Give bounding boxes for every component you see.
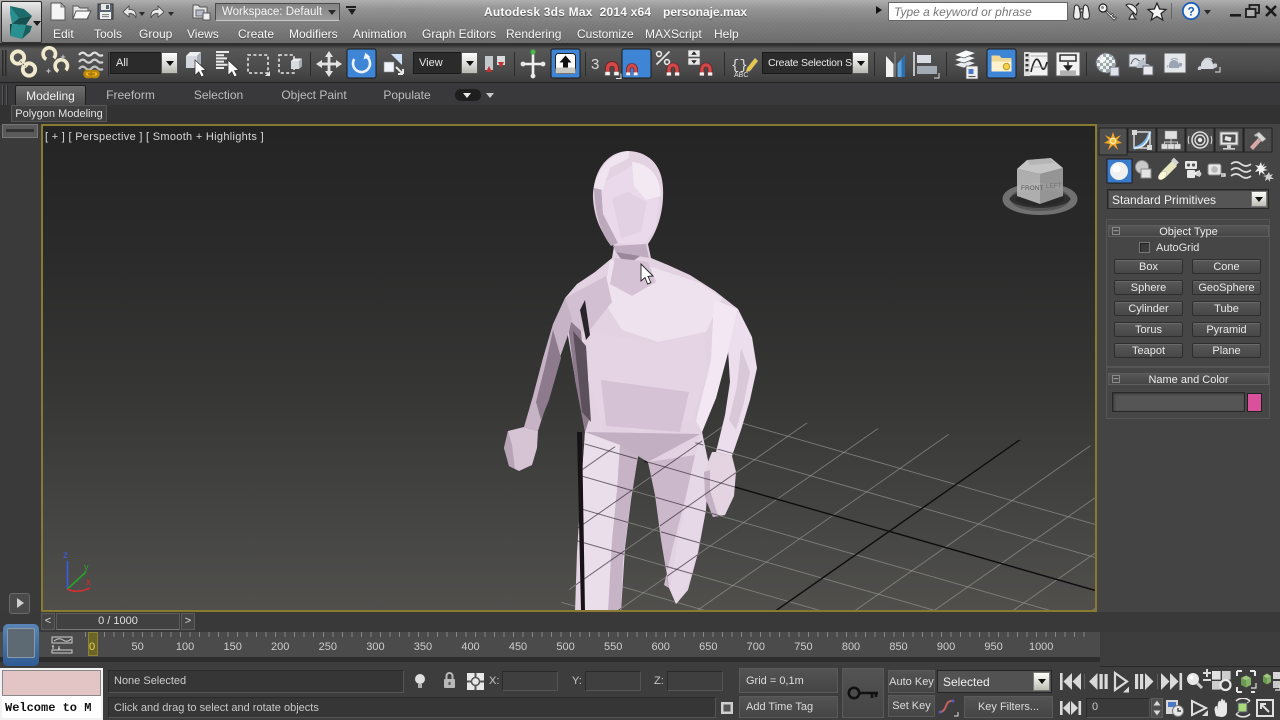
svg-text:?: ?: [1188, 5, 1195, 19]
svg-text:y: y: [84, 562, 89, 572]
svg-text:z: z: [63, 550, 68, 561]
svg-text:FRONT: FRONT: [1021, 185, 1043, 192]
svg-text:x: x: [86, 577, 91, 588]
svg-text:LEFT: LEFT: [1046, 182, 1062, 190]
svg-text:3: 3: [591, 56, 599, 73]
svg-text:ABC: ABC: [734, 72, 748, 79]
